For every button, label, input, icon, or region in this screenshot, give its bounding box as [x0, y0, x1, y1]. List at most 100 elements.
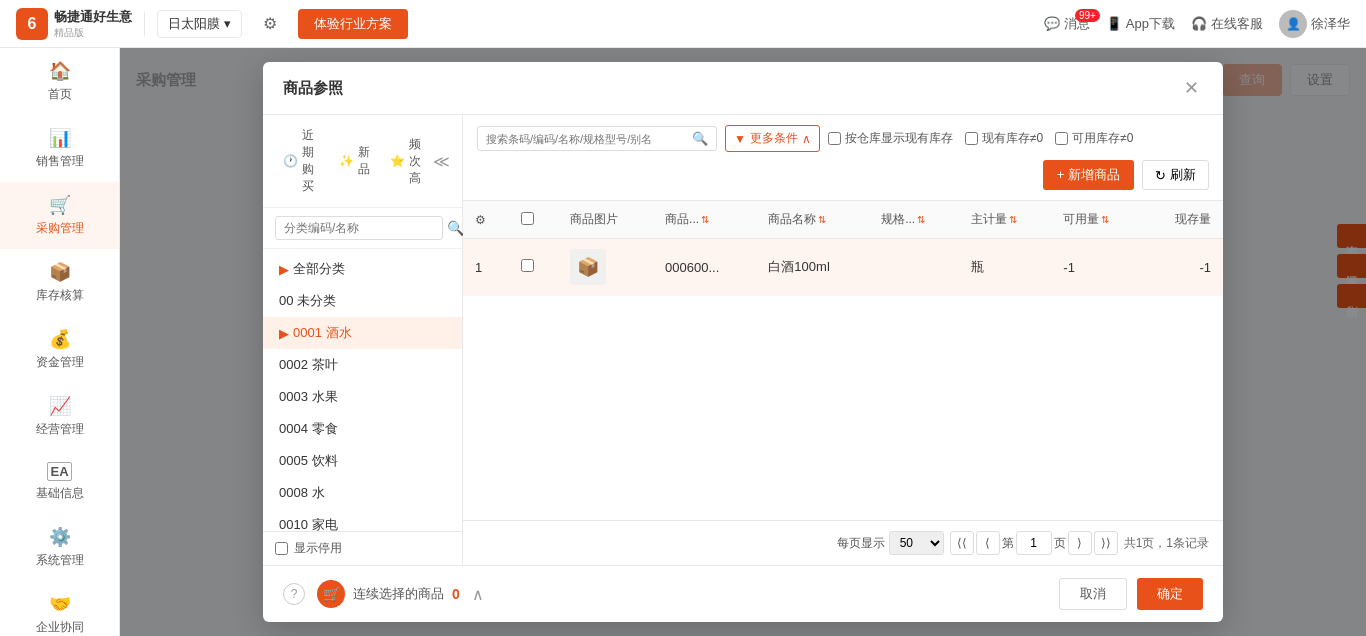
category-search-input[interactable]	[275, 216, 443, 240]
more-filters-button[interactable]: ▼ 更多条件 ∧	[725, 125, 820, 152]
inventory-icon: 📦	[49, 261, 71, 283]
td-checkbox[interactable]	[509, 239, 558, 296]
messages-button[interactable]: 💬 消息 99+	[1044, 15, 1090, 33]
category-item-all[interactable]: ▶ 全部分类	[263, 253, 462, 285]
user-menu[interactable]: 👤 徐泽华	[1279, 10, 1350, 38]
sidebar-item-home[interactable]: 🏠 首页	[0, 48, 119, 115]
show-disabled-checkbox[interactable]: 显示停用	[275, 540, 450, 557]
nav-divider	[144, 12, 145, 36]
purchase-icon: 🛒	[49, 194, 71, 216]
available-stock-checkbox-input[interactable]	[965, 132, 978, 145]
prev-page-button[interactable]: ⟨	[976, 531, 1000, 555]
sidebar-item-inventory[interactable]: 📦 库存核算	[0, 249, 119, 316]
confirm-button[interactable]: 确定	[1137, 578, 1203, 610]
th-image: 商品图片	[558, 201, 653, 239]
phone-icon: 📱	[1106, 16, 1122, 31]
show-disabled-input[interactable]	[275, 542, 288, 555]
sidebar-item-business[interactable]: 📈 经营管理	[0, 383, 119, 450]
category-item-snack[interactable]: 0004 零食	[263, 413, 462, 445]
td-code: 000600...	[653, 239, 756, 296]
page-size-selector: 每页显示 50 10 20 100	[837, 531, 944, 555]
first-page-button[interactable]: ⟨⟨	[950, 531, 974, 555]
refresh-icon: ↻	[1155, 168, 1166, 183]
chevron-up-icon: ∧	[802, 132, 811, 146]
td-unit: 瓶	[959, 239, 1051, 296]
table-row[interactable]: 1 📦 000600... 白酒100ml 瓶	[463, 239, 1223, 296]
app-download-button[interactable]: 📱 App下载	[1106, 15, 1175, 33]
help-button[interactable]: ?	[283, 583, 305, 605]
category-item-water[interactable]: 0008 水	[263, 477, 462, 509]
table-header-row: ⚙ 商品图片 商品...⇅ 商品名称⇅ 规格...⇅ 主计量⇅ 可用量⇅ 现存	[463, 201, 1223, 239]
th-unit[interactable]: 主计量⇅	[959, 201, 1051, 239]
tab-recent-purchase[interactable]: 🕐 近期购买	[275, 123, 327, 199]
trial-button[interactable]: 体验行业方案	[298, 9, 408, 39]
tab-new-products[interactable]: ✨ 新品	[331, 140, 378, 182]
base-info-icon: EA	[47, 462, 71, 481]
category-item-appliances[interactable]: 0010 家电	[263, 509, 462, 531]
sidebar: 🏠 首页 📊 销售管理 🛒 采购管理 📦 库存核算 💰 资金管理 📈 经营管理 …	[0, 48, 120, 636]
category-item-beverage[interactable]: 0005 饮料	[263, 445, 462, 477]
sidebar-item-label: 销售管理	[36, 153, 84, 170]
next-page-button[interactable]: ⟩	[1068, 531, 1092, 555]
th-settings[interactable]: ⚙	[463, 201, 509, 239]
sidebar-item-label: 资金管理	[36, 354, 84, 371]
avatar: 👤	[1279, 10, 1307, 38]
sidebar-item-collab[interactable]: 🤝 企业协同	[0, 581, 119, 636]
sidebar-item-label: 基础信息	[36, 485, 84, 502]
th-stock: 现存量	[1144, 201, 1223, 239]
settings-button[interactable]: ⚙	[254, 8, 286, 40]
page-size-select[interactable]: 50 10 20 100	[889, 531, 944, 555]
footer-collapse-button[interactable]: ∧	[472, 585, 484, 604]
sort-name-icon: ⇅	[818, 214, 826, 225]
select-all-checkbox[interactable]	[521, 212, 534, 225]
product-search-input[interactable]	[486, 133, 688, 145]
modal-close-button[interactable]: ✕	[1179, 76, 1203, 100]
sidebar-item-sales[interactable]: 📊 销售管理	[0, 115, 119, 182]
online-service-button[interactable]: 🎧 在线客服	[1191, 15, 1263, 33]
category-search-icon[interactable]: 🔍	[447, 220, 464, 236]
product-search-icon[interactable]: 🔍	[692, 131, 708, 146]
category-item-tea[interactable]: 0002 茶叶	[263, 349, 462, 381]
category-item-uncategorized[interactable]: 00 未分类	[263, 285, 462, 317]
th-code[interactable]: 商品...⇅	[653, 201, 756, 239]
add-product-button[interactable]: + 新增商品	[1043, 160, 1134, 190]
expand-icon: ▶	[279, 262, 289, 277]
sidebar-item-finance[interactable]: 💰 资金管理	[0, 316, 119, 383]
usable-stock-checkbox-input[interactable]	[1055, 132, 1068, 145]
tab-frequent[interactable]: ⭐ 频次高	[382, 132, 429, 191]
sidebar-item-base-info[interactable]: EA 基础信息	[0, 450, 119, 514]
td-name: 白酒100ml	[756, 239, 869, 296]
row-checkbox[interactable]	[521, 259, 534, 272]
new-icon: ✨	[339, 154, 354, 168]
sidebar-item-purchase[interactable]: 🛒 采购管理	[0, 182, 119, 249]
checkbox-warehouse[interactable]: 按仓库显示现有库存	[828, 130, 953, 147]
panel-collapse-button[interactable]: ≪	[433, 152, 450, 171]
store-selector[interactable]: 日太阳膜 ▾	[157, 10, 242, 38]
pagination: 每页显示 50 10 20 100 ⟨⟨ ⟨	[463, 520, 1223, 565]
logo-text: 畅捷通好生意 精品版	[54, 8, 132, 40]
last-page-button[interactable]: ⟩⟩	[1094, 531, 1118, 555]
modal-body: 🕐 近期购买 ✨ 新品 ⭐ 频次高 ≪	[263, 115, 1223, 565]
th-spec[interactable]: 规格...⇅	[869, 201, 959, 239]
refresh-button[interactable]: ↻ 刷新	[1142, 160, 1209, 190]
th-name[interactable]: 商品名称⇅	[756, 201, 869, 239]
sidebar-item-system[interactable]: ⚙️ 系统管理	[0, 514, 119, 581]
warehouse-checkbox-input[interactable]	[828, 132, 841, 145]
th-available[interactable]: 可用量⇅	[1051, 201, 1143, 239]
page-number-input[interactable]	[1016, 531, 1052, 555]
messages-badge: 99+	[1075, 9, 1100, 22]
table-settings-icon[interactable]: ⚙	[475, 213, 486, 227]
modal-header: 商品参照 ✕	[263, 62, 1223, 115]
cart-icon: 🛒	[317, 580, 345, 608]
sidebar-item-label: 系统管理	[36, 552, 84, 569]
checkbox-available-stock[interactable]: 现有库存≠0	[965, 130, 1043, 147]
category-item-liquor[interactable]: ▶ 0001 酒水	[263, 317, 462, 349]
modal-footer: ? 🛒 连续选择的商品 0 ∧ 取消 确定	[263, 565, 1223, 622]
checkbox-usable-stock[interactable]: 可用库存≠0	[1055, 130, 1133, 147]
th-checkbox[interactable]	[509, 201, 558, 239]
category-item-fruit[interactable]: 0003 水果	[263, 381, 462, 413]
right-panel: 🔍 ▼ 更多条件 ∧ 按仓库显示现有库存	[463, 115, 1223, 565]
sidebar-item-label: 采购管理	[36, 220, 84, 237]
cancel-button[interactable]: 取消	[1059, 578, 1127, 610]
sidebar-item-label: 企业协同	[36, 619, 84, 636]
